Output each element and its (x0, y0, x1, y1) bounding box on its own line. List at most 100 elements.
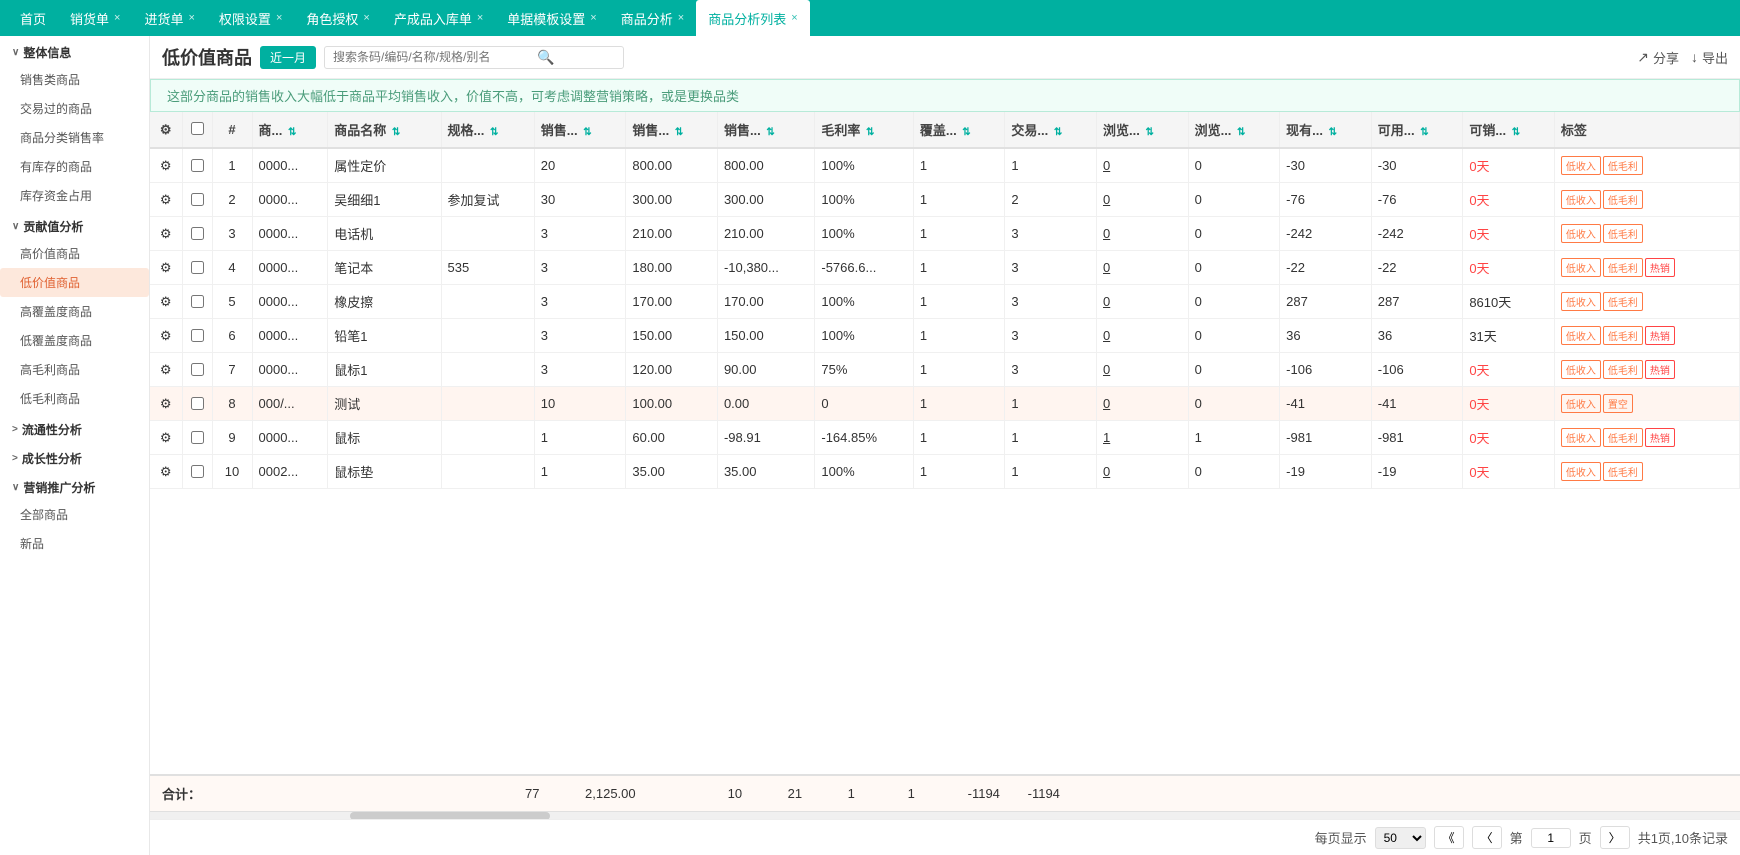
nav-item-进货单[interactable]: 进货单× (132, 0, 206, 36)
row-spec: 参加复试 (441, 183, 534, 217)
row-checkbox[interactable] (191, 431, 204, 444)
sidebar-group-营销推广分析[interactable]: ∨ 营销推广分析 (0, 471, 149, 500)
row-gear[interactable]: ⚙ (150, 387, 182, 421)
page-size-select[interactable]: 50 20 100 (1375, 827, 1426, 849)
nav-item-产成品入库单[interactable]: 产成品入库单× (382, 0, 495, 36)
row-gear[interactable]: ⚙ (150, 421, 182, 455)
row-gear[interactable]: ⚙ (150, 353, 182, 387)
row-tags: 低收入低毛利热销 (1554, 353, 1739, 387)
settings-col-header[interactable]: ⚙ (150, 112, 182, 148)
row-checkbox[interactable] (191, 465, 204, 478)
nav-item-角色授权[interactable]: 角色授权× (294, 0, 381, 36)
table-row: ⚙ 10 0002... 鼠标垫 1 35.00 35.00 100% 1 1 … (150, 455, 1740, 489)
row-check[interactable] (182, 319, 212, 353)
row-avail: -19 (1371, 455, 1463, 489)
nav-close-icon[interactable]: × (188, 12, 194, 24)
sidebar-item-低价值商品[interactable]: 低价值商品 (0, 268, 149, 297)
row-checkbox[interactable] (191, 193, 204, 206)
nav-item-商品分析[interactable]: 商品分析× (609, 0, 696, 36)
sidebar-item-高覆盖度商品[interactable]: 高覆盖度商品 (0, 297, 149, 326)
row-check[interactable] (182, 148, 212, 183)
nav-item-销货单[interactable]: 销货单× (58, 0, 132, 36)
browse1-link[interactable]: 0 (1103, 158, 1110, 173)
row-check[interactable] (182, 251, 212, 285)
nav-item-单据模板设置[interactable]: 单据模板设置× (495, 0, 608, 36)
days-badge: 0天 (1469, 397, 1489, 412)
row-saleable: 0天 (1463, 183, 1555, 217)
saleable-col-header: 可销... ⇅ (1463, 112, 1555, 148)
browse1-link[interactable]: 0 (1103, 260, 1110, 275)
sidebar-item-全部商品[interactable]: 全部商品 (0, 500, 149, 529)
sidebar-item-高毛利商品[interactable]: 高毛利商品 (0, 355, 149, 384)
row-gear[interactable]: ⚙ (150, 285, 182, 319)
page-input[interactable] (1531, 828, 1571, 848)
row-sale-qty: 20 (534, 148, 626, 183)
row-gear[interactable]: ⚙ (150, 217, 182, 251)
nav-close-icon[interactable]: × (114, 12, 120, 24)
row-check[interactable] (182, 455, 212, 489)
browse1-link[interactable]: 0 (1103, 396, 1110, 411)
share-label: 分享 (1653, 48, 1679, 67)
nav-item-首页[interactable]: 首页 (8, 0, 58, 36)
sidebar-item-低毛利商品[interactable]: 低毛利商品 (0, 384, 149, 413)
browse1-link[interactable]: 0 (1103, 464, 1110, 479)
row-trade: 3 (1005, 353, 1097, 387)
row-check[interactable] (182, 285, 212, 319)
row-check[interactable] (182, 353, 212, 387)
next-page-button[interactable]: 〉 (1600, 826, 1630, 849)
search-input[interactable] (333, 50, 533, 64)
nav-close-icon[interactable]: × (276, 12, 282, 24)
row-gear[interactable]: ⚙ (150, 319, 182, 353)
nav-item-商品分析列表[interactable]: 商品分析列表× (696, 0, 809, 36)
row-sale-avg: 170.00 (717, 285, 814, 319)
table-row: ⚙ 4 0000... 笔记本 535 3 180.00 -10,380... … (150, 251, 1740, 285)
scrollbar-area[interactable] (150, 811, 1740, 819)
row-checkbox[interactable] (191, 397, 204, 410)
nav-close-icon[interactable]: × (590, 12, 596, 24)
share-button[interactable]: ↗ 分享 (1637, 48, 1679, 67)
browse1-link[interactable]: 0 (1103, 192, 1110, 207)
row-check[interactable] (182, 387, 212, 421)
sidebar-item-商品分类销售率[interactable]: 商品分类销售率 (0, 123, 149, 152)
filter-button[interactable]: 近一月 (260, 46, 316, 69)
nav-item-权限设置[interactable]: 权限设置× (207, 0, 294, 36)
sidebar-item-库存资金占用[interactable]: 库存资金占用 (0, 181, 149, 210)
row-check[interactable] (182, 183, 212, 217)
sidebar-group-贡献值分析[interactable]: ∨ 贡献值分析 (0, 210, 149, 239)
sidebar-item-新品[interactable]: 新品 (0, 529, 149, 558)
browse1-link[interactable]: 0 (1103, 226, 1110, 241)
prev-page-button[interactable]: 〈 (1472, 826, 1502, 849)
row-sale-amt: 150.00 (626, 319, 718, 353)
first-page-button[interactable]: 《 (1434, 826, 1464, 849)
sidebar-group-成长性分析[interactable]: > 成长性分析 (0, 442, 149, 471)
row-checkbox[interactable] (191, 159, 204, 172)
browse1-link[interactable]: 0 (1103, 294, 1110, 309)
row-checkbox[interactable] (191, 363, 204, 376)
nav-close-icon[interactable]: × (363, 12, 369, 24)
nav-close-icon[interactable]: × (791, 12, 797, 24)
nav-close-icon[interactable]: × (477, 12, 483, 24)
sidebar-item-交易过的商品[interactable]: 交易过的商品 (0, 94, 149, 123)
export-button[interactable]: ↓ 导出 (1691, 48, 1728, 67)
sidebar-item-有库存的商品[interactable]: 有库存的商品 (0, 152, 149, 181)
browse1-link[interactable]: 0 (1103, 328, 1110, 343)
sidebar-group-整体信息[interactable]: ∨ 整体信息 (0, 36, 149, 65)
row-gear[interactable]: ⚙ (150, 183, 182, 217)
row-checkbox[interactable] (191, 227, 204, 240)
sidebar-item-低覆盖度商品[interactable]: 低覆盖度商品 (0, 326, 149, 355)
row-checkbox[interactable] (191, 329, 204, 342)
row-check[interactable] (182, 217, 212, 251)
select-all-checkbox[interactable] (191, 122, 204, 135)
sidebar-item-高价值商品[interactable]: 高价值商品 (0, 239, 149, 268)
row-checkbox[interactable] (191, 261, 204, 274)
row-gear[interactable]: ⚙ (150, 148, 182, 183)
row-check[interactable] (182, 421, 212, 455)
row-gear[interactable]: ⚙ (150, 251, 182, 285)
sidebar-item-销售类商品[interactable]: 销售类商品 (0, 65, 149, 94)
sidebar-group-流通性分析[interactable]: > 流通性分析 (0, 413, 149, 442)
browse1-link[interactable]: 0 (1103, 362, 1110, 377)
row-checkbox[interactable] (191, 295, 204, 308)
browse1-link[interactable]: 1 (1103, 430, 1110, 445)
row-gear[interactable]: ⚙ (150, 455, 182, 489)
nav-close-icon[interactable]: × (678, 12, 684, 24)
